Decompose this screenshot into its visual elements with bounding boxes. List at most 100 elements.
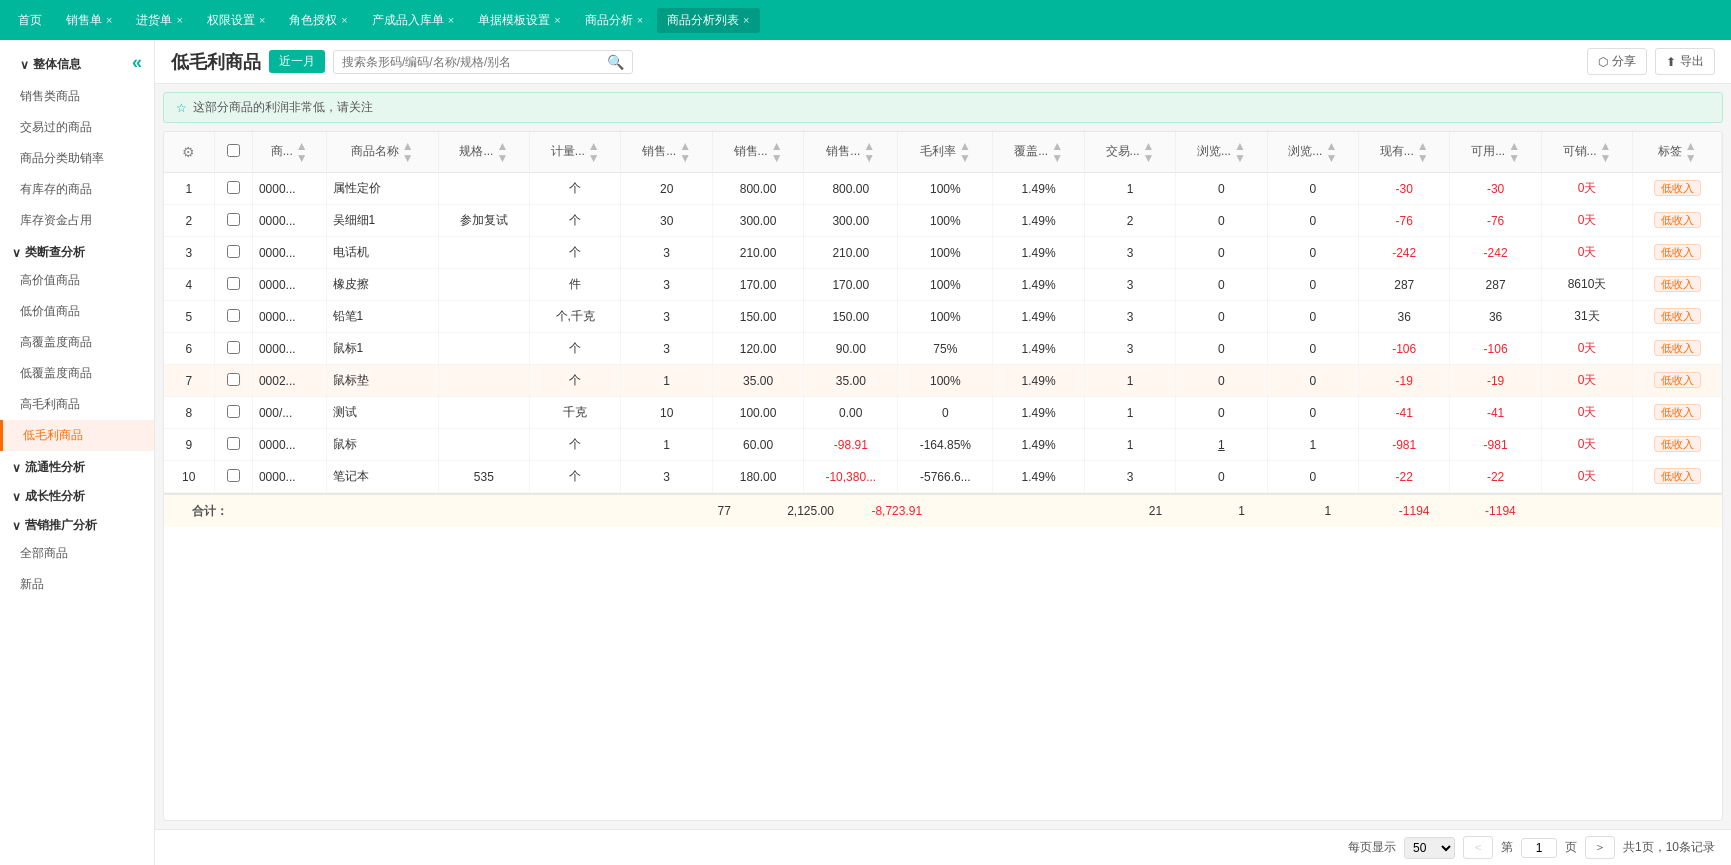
sidebar-collapse-btn[interactable]: « (128, 52, 146, 73)
nav-permission-settings[interactable]: 权限设置 × (197, 8, 275, 33)
col-coverage[interactable]: 覆盖...▲▼ (993, 132, 1084, 173)
row-name[interactable]: 鼠标1 (326, 333, 438, 365)
select-all-checkbox[interactable] (227, 144, 240, 157)
col-sellable-days[interactable]: 可销...▲▼ (1541, 132, 1632, 173)
col-unit[interactable]: 计量...▲▼ (530, 132, 621, 173)
row-check-5[interactable] (227, 341, 240, 354)
col-sales-profit[interactable]: 销售...▲▼ (804, 132, 898, 173)
nav-product-instock[interactable]: 产成品入库单 × (362, 8, 464, 33)
row-coverage: 1.49% (993, 269, 1084, 301)
total-records: 共1页，10条记录 (1623, 839, 1715, 856)
tag-badge: 低收入 (1654, 308, 1701, 324)
sidebar-item-capital-usage[interactable]: 库存资金占用 (0, 205, 154, 236)
sidebar-group-growth[interactable]: ∨ 成长性分析 (0, 480, 154, 509)
row-stock-available: -41 (1450, 397, 1541, 429)
row-views1[interactable]: 1 (1176, 429, 1267, 461)
row-check-3[interactable] (227, 277, 240, 290)
nav-close-permission[interactable]: × (259, 14, 265, 26)
filter-recent-month-btn[interactable]: 近一月 (269, 50, 325, 73)
search-icon[interactable]: 🔍 (607, 54, 624, 70)
row-name[interactable]: 属性定价 (326, 173, 438, 205)
row-check-8[interactable] (227, 437, 240, 450)
sidebar-group-liquidity[interactable]: ∨ 流通性分析 (0, 451, 154, 480)
row-views2: 0 (1267, 237, 1358, 269)
row-check-2[interactable] (227, 245, 240, 258)
sidebar-item-low-coverage[interactable]: 低覆盖度商品 (0, 358, 154, 389)
col-name[interactable]: 商品名称▲▼ (326, 132, 438, 173)
col-views1[interactable]: 浏览...▲▼ (1176, 132, 1267, 173)
tag-badge: 低收入 (1654, 212, 1701, 228)
export-btn[interactable]: ⬆ 导出 (1655, 48, 1715, 75)
col-stock-available[interactable]: 可用...▲▼ (1450, 132, 1541, 173)
nav-close-product[interactable]: × (448, 14, 454, 26)
row-check-4[interactable] (227, 309, 240, 322)
row-name[interactable]: 橡皮擦 (326, 269, 438, 301)
row-name[interactable]: 测试 (326, 397, 438, 429)
nav-sales-order[interactable]: 销售单 × (56, 8, 122, 33)
nav-close-template[interactable]: × (554, 14, 560, 26)
sidebar-item-all-products[interactable]: 全部商品 (0, 538, 154, 569)
sidebar-item-stocked-products[interactable]: 有库存的商品 (0, 174, 154, 205)
nav-close-analysis[interactable]: × (637, 14, 643, 26)
sidebar-item-low-value[interactable]: 低价值商品 (0, 296, 154, 327)
row-sales-amount: 35.00 (712, 365, 803, 397)
col-stock-current[interactable]: 现有...▲▼ (1359, 132, 1450, 173)
col-margin-rate[interactable]: 毛利率▲▼ (898, 132, 993, 173)
row-stock-available: -981 (1450, 429, 1541, 461)
sidebar-item-low-margin[interactable]: 低毛利商品 (0, 420, 154, 451)
nav-home[interactable]: 首页 (8, 8, 52, 33)
nav-close-role[interactable]: × (341, 14, 347, 26)
row-spec (438, 397, 529, 429)
row-name[interactable]: 鼠标 (326, 429, 438, 461)
page-input[interactable] (1521, 838, 1557, 858)
col-sales-qty[interactable]: 销售...▲▼ (621, 132, 712, 173)
sidebar-item-high-margin[interactable]: 高毛利商品 (0, 389, 154, 420)
row-name[interactable]: 电话机 (326, 237, 438, 269)
share-btn[interactable]: ⬡ 分享 (1587, 48, 1647, 75)
prev-page-btn[interactable]: ＜ (1463, 836, 1493, 859)
table-row: 8 000/... 测试 千克 10 100.00 0.00 0 1.49% 1… (164, 397, 1722, 429)
row-stock-available: 36 (1450, 301, 1541, 333)
nav-product-analysis-list[interactable]: 商品分析列表 × (657, 8, 759, 33)
col-code[interactable]: 商...▲▼ (252, 132, 326, 173)
search-input[interactable] (342, 55, 607, 69)
row-name[interactable]: 笔记本 (326, 461, 438, 493)
sidebar-item-high-value[interactable]: 高价值商品 (0, 265, 154, 296)
sidebar-item-high-coverage[interactable]: 高覆盖度商品 (0, 327, 154, 358)
next-page-btn[interactable]: ＞ (1585, 836, 1615, 859)
row-check-0[interactable] (227, 181, 240, 194)
col-tag[interactable]: 标签▲▼ (1633, 132, 1722, 173)
sidebar-item-category-sales-rate[interactable]: 商品分类助销率 (0, 143, 154, 174)
col-transactions[interactable]: 交易...▲▼ (1084, 132, 1175, 173)
settings-icon[interactable]: ⚙ (182, 144, 195, 160)
page-size-select[interactable]: 50 100 200 (1404, 837, 1455, 859)
row-stock-current: -106 (1359, 333, 1450, 365)
nav-close-analysis-list[interactable]: × (743, 14, 749, 26)
row-name[interactable]: 鼠标垫 (326, 365, 438, 397)
nav-role-auth[interactable]: 角色授权 × (279, 8, 357, 33)
row-check-1[interactable] (227, 213, 240, 226)
nav-product-analysis[interactable]: 商品分析 × (575, 8, 653, 33)
row-check-7[interactable] (227, 405, 240, 418)
sidebar-item-sales-products[interactable]: 销售类商品 (0, 81, 154, 112)
col-sales-amount[interactable]: 销售...▲▼ (712, 132, 803, 173)
sidebar-item-traded-products[interactable]: 交易过的商品 (0, 112, 154, 143)
row-check-9[interactable] (227, 469, 240, 482)
row-views1: 0 (1176, 269, 1267, 301)
nav-close-purchase[interactable]: × (176, 14, 182, 26)
col-settings[interactable]: ⚙ (164, 132, 214, 173)
nav-template-settings[interactable]: 单据模板设置 × (468, 8, 570, 33)
row-no: 1 (164, 173, 214, 205)
row-unit: 个,千克 (530, 301, 621, 333)
row-name[interactable]: 铅笔1 (326, 301, 438, 333)
footer-views2: 1 (1285, 502, 1371, 520)
col-views2[interactable]: 浏览...▲▼ (1267, 132, 1358, 173)
sidebar-item-new-products[interactable]: 新品 (0, 569, 154, 600)
sidebar-group-segment: ∨ 类断查分析 (0, 236, 154, 265)
row-unit: 个 (530, 461, 621, 493)
nav-purchase-order[interactable]: 进货单 × (126, 8, 192, 33)
col-spec[interactable]: 规格...▲▼ (438, 132, 529, 173)
row-check-6[interactable] (227, 373, 240, 386)
nav-close-sales[interactable]: × (106, 14, 112, 26)
row-name[interactable]: 吴细细1 (326, 205, 438, 237)
